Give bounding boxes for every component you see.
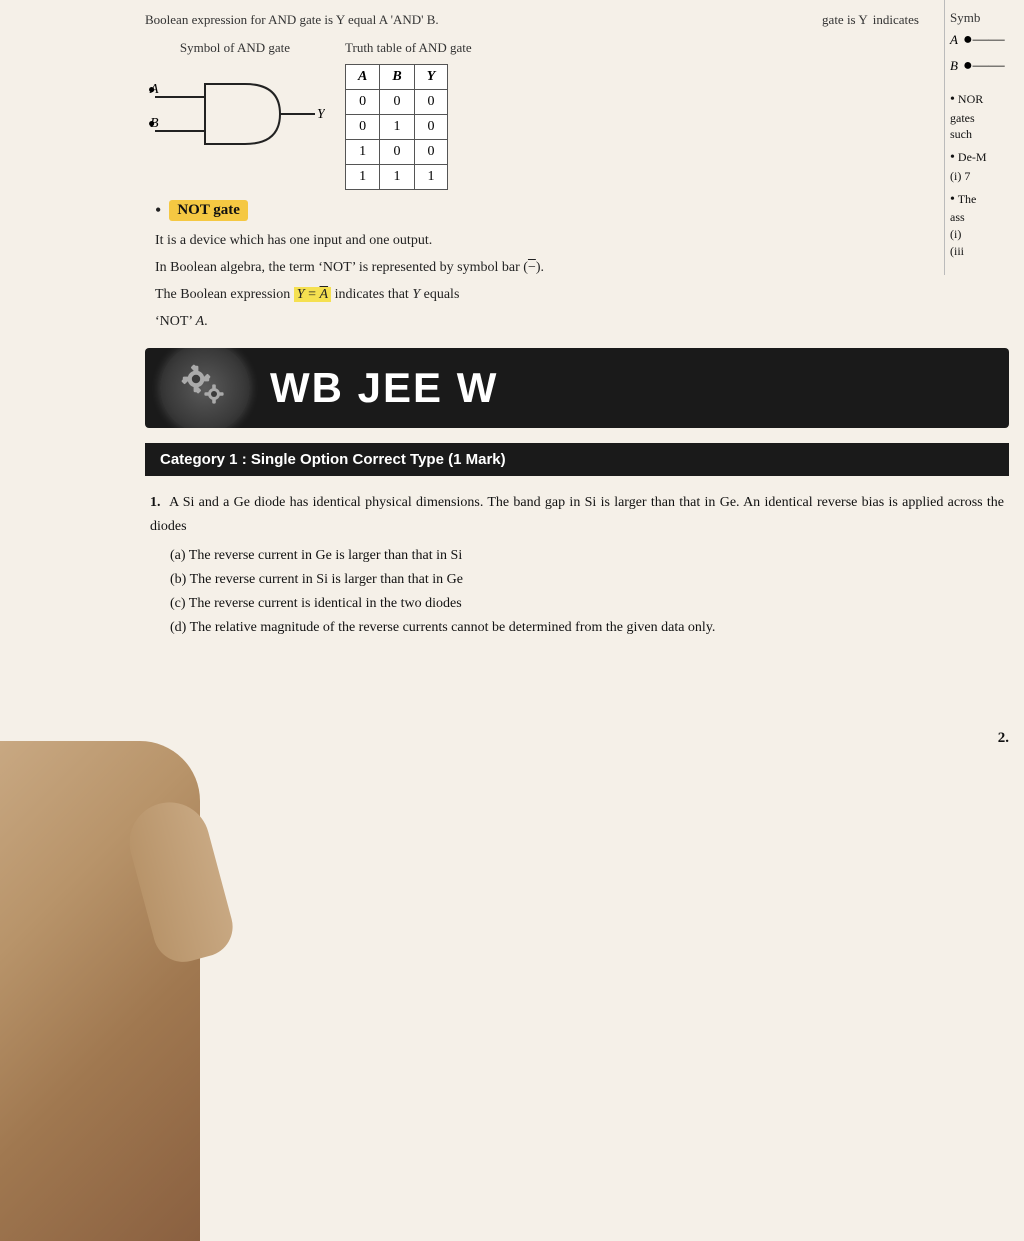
option-b-key: (b)	[170, 572, 186, 587]
svg-text:Y: Y	[317, 107, 325, 122]
option-a: (a) The reverse current in Ge is larger …	[170, 544, 1004, 568]
gear-icon	[175, 358, 235, 418]
truth-table: A B Y 0 0 0 0 1	[345, 64, 448, 190]
table-row: 1 1 1	[346, 164, 448, 189]
not-gate-line1: It is a device which has one input and o…	[155, 229, 1009, 252]
and-gate-section: Symbol of AND gate A ● B	[145, 40, 1009, 190]
table-row: 0 0 0	[346, 89, 448, 114]
option-d: (d) The relative magnitude of the revers…	[170, 616, 1004, 640]
bullet-dot: •	[155, 200, 161, 221]
option-a-text: The reverse current in Ge is larger than…	[189, 548, 462, 563]
table-row: 1 0 0	[346, 139, 448, 164]
cell-b-3: 1	[380, 164, 414, 189]
hand-thumb	[121, 793, 240, 968]
category-bar: Category 1 : Single Option Correct Type …	[145, 443, 1009, 476]
cell-b-1: 1	[380, 114, 414, 139]
cell-a-1: 0	[346, 114, 380, 139]
truth-table-label: Truth table of AND gate	[345, 40, 472, 56]
not-gate-line3: The Boolean expression Y = A indicates t…	[155, 283, 1009, 306]
not-gate-line2: In Boolean algebra, the term ‘NOT’ is re…	[155, 256, 1009, 279]
cell-y-2: 0	[414, 139, 448, 164]
cell-a-3: 1	[346, 164, 380, 189]
not-gate-heading: • NOT gate	[155, 200, 1009, 221]
not-gate-line4: ‘NOT’ A.	[155, 310, 1009, 333]
question-1: 1. A Si and a Ge diode has identical phy…	[150, 491, 1004, 640]
option-c: (c) The reverse current is identical in …	[170, 592, 1004, 616]
option-c-key: (c)	[170, 596, 186, 611]
cell-a-0: 0	[346, 89, 380, 114]
hand-overlay	[0, 741, 200, 1241]
truth-table-section: Truth table of AND gate A B Y 0 0 0	[345, 40, 472, 190]
page-top-header: Boolean expression for AND gate is Y equ…	[145, 10, 1009, 30]
option-c-text: The reverse current is identical in the …	[189, 596, 462, 611]
wbjee-banner: WB JEE W	[145, 348, 1009, 428]
option-b-text: The reverse current in Si is larger than…	[190, 572, 463, 587]
not-gate-label: NOT gate	[169, 200, 248, 221]
wbjee-gear-circle	[160, 348, 250, 428]
question-section: 1. A Si and a Ge diode has identical phy…	[145, 491, 1009, 640]
cell-y-0: 0	[414, 89, 448, 114]
cell-y-1: 0	[414, 114, 448, 139]
cell-a-2: 1	[346, 139, 380, 164]
svg-text:●: ●	[148, 82, 155, 96]
cell-y-3: 1	[414, 164, 448, 189]
question-1-options: (a) The reverse current in Ge is larger …	[150, 544, 1004, 639]
cell-b-2: 0	[380, 139, 414, 164]
option-a-key: (a)	[170, 548, 186, 563]
question-1-number: 1.	[150, 495, 161, 510]
cell-b-0: 0	[380, 89, 414, 114]
and-gate-symbol-section: Symbol of AND gate A ● B	[145, 40, 325, 169]
option-d-key: (d)	[170, 620, 186, 635]
page-container: Symb A ●—— B ●—— • NOR gates such • De-M…	[0, 0, 1024, 1241]
and-gate-symbol-svg: A ● B ● Y	[145, 69, 325, 164]
svg-text:●: ●	[148, 116, 155, 130]
option-d-text: The relative magnitude of the reverse cu…	[190, 620, 716, 635]
truth-table-header-b: B	[380, 64, 414, 89]
truth-table-header-a: A	[346, 64, 380, 89]
and-gate-symbol-label: Symbol of AND gate	[180, 40, 290, 56]
option-b: (b) The reverse current in Si is larger …	[170, 568, 1004, 592]
question-2-number: 2.	[998, 730, 1009, 747]
main-content: Boolean expression for AND gate is Y equ…	[130, 0, 1024, 672]
truth-table-header-y: Y	[414, 64, 448, 89]
not-gate-section: • NOT gate It is a device which has one …	[145, 200, 1009, 333]
table-row: 0 1 0	[346, 114, 448, 139]
question-1-text: 1. A Si and a Ge diode has identical phy…	[150, 491, 1004, 539]
wbjee-text: WB JEE W	[260, 364, 498, 412]
